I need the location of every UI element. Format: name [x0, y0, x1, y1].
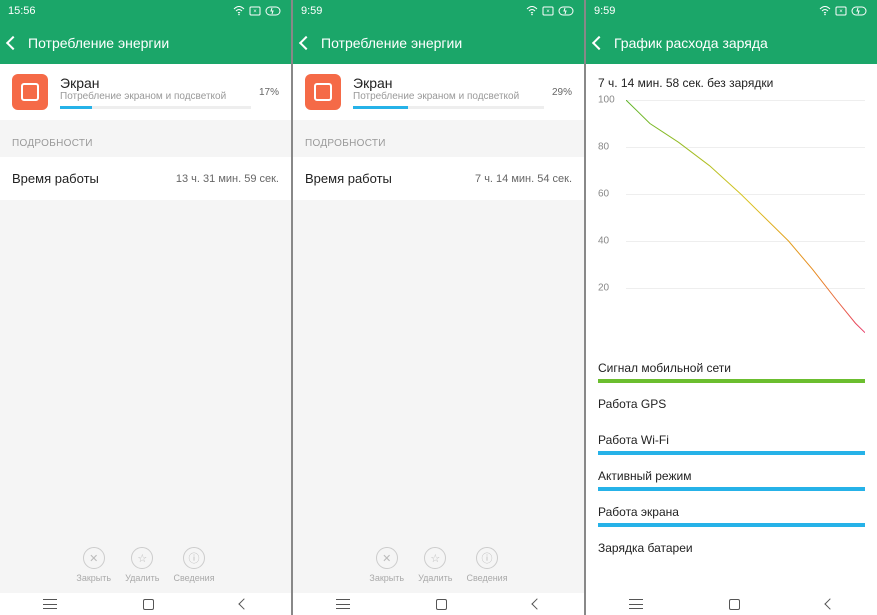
svg-text:×: ×	[546, 9, 550, 15]
status-icons: ×	[233, 6, 283, 16]
phone-screenshot-2: 9:59 × Потребление энергии Экран Потребл…	[293, 0, 584, 615]
header: График расхода заряда	[586, 22, 877, 64]
signal-label: Сигнал мобильной сети	[598, 361, 865, 375]
screen-icon	[305, 74, 341, 110]
row-label: Время работы	[12, 171, 99, 186]
bottom-actions: ✕Закрыть ☆Удалить ⓘСведения	[0, 537, 291, 593]
screen-card[interactable]: Экран Потребление экраном и подсветкой 2…	[293, 64, 584, 120]
ytick-label: 20	[598, 283, 609, 294]
ytick-label: 100	[598, 95, 615, 106]
nav-back-icon[interactable]	[238, 598, 249, 609]
ytick-label: 40	[598, 236, 609, 247]
detail-row[interactable]: Время работы 7 ч. 14 мин. 54 сек.	[293, 157, 584, 200]
card-title: Экран	[60, 75, 251, 91]
screen-card[interactable]: Экран Потребление экраном и подсветкой 1…	[0, 64, 291, 120]
signal-row: Работа GPS	[598, 397, 865, 419]
header: Потребление энергии	[0, 22, 291, 64]
delete-button[interactable]: ☆Удалить	[418, 547, 452, 583]
signal-row: Сигнал мобильной сети	[598, 361, 865, 383]
signal-bar	[598, 523, 865, 527]
nav-home-icon[interactable]	[143, 599, 154, 610]
star-icon: ☆	[131, 547, 153, 569]
chart-title: 7 ч. 14 мин. 58 сек. без зарядки	[598, 76, 865, 90]
battery-line	[626, 100, 865, 335]
nav-back-icon[interactable]	[531, 598, 542, 609]
section-label: ПОДРОБНОСТИ	[293, 120, 584, 157]
status-icons: ×	[526, 6, 576, 16]
back-icon[interactable]	[6, 36, 20, 50]
nav-bar	[586, 593, 877, 615]
detail-row[interactable]: Время работы 13 ч. 31 мин. 59 сек.	[0, 157, 291, 200]
info-icon: ⓘ	[476, 547, 498, 569]
signal-bar	[598, 379, 865, 383]
close-icon: ✕	[376, 547, 398, 569]
status-time: 9:59	[594, 5, 615, 17]
row-label: Время работы	[305, 171, 392, 186]
signal-bar	[598, 415, 865, 419]
close-button[interactable]: ✕Закрыть	[369, 547, 404, 583]
nav-home-icon[interactable]	[436, 599, 447, 610]
card-title: Экран	[353, 75, 544, 91]
info-button[interactable]: ⓘСведения	[173, 547, 214, 583]
nav-home-icon[interactable]	[729, 599, 740, 610]
header: Потребление энергии	[293, 22, 584, 64]
bottom-actions: ✕Закрыть ☆Удалить ⓘСведения	[293, 537, 584, 593]
progress-bar	[60, 106, 251, 109]
nav-back-icon[interactable]	[824, 598, 835, 609]
close-button[interactable]: ✕Закрыть	[76, 547, 111, 583]
info-icon: ⓘ	[183, 547, 205, 569]
header-title: Потребление энергии	[321, 35, 462, 51]
signals-list: Сигнал мобильной сети Работа GPS Работа Wi…	[586, 361, 877, 583]
card-percent: 29%	[552, 87, 572, 98]
back-icon[interactable]	[592, 36, 606, 50]
star-icon: ☆	[424, 547, 446, 569]
status-time: 9:59	[301, 5, 322, 17]
battery-chart: 7 ч. 14 мин. 58 сек. без зарядки 100 80 60…	[586, 64, 877, 347]
ytick-label: 60	[598, 189, 609, 200]
signal-row: Работа экрана	[598, 505, 865, 527]
card-percent: 17%	[259, 87, 279, 98]
screen-icon	[12, 74, 48, 110]
phone-screenshot-1: 15:56 × Потребление энергии Экран Потреб…	[0, 0, 291, 615]
status-bar: 9:59 ×	[586, 0, 877, 22]
signal-bar	[598, 487, 865, 491]
signal-label: Работа Wi-Fi	[598, 433, 865, 447]
signal-row: Активный режим	[598, 469, 865, 491]
svg-text:×: ×	[253, 9, 257, 15]
header-title: График расхода заряда	[614, 35, 768, 51]
svg-text:×: ×	[839, 9, 843, 15]
header-title: Потребление энергии	[28, 35, 169, 51]
signal-bar	[598, 559, 865, 563]
back-icon[interactable]	[299, 36, 313, 50]
signal-label: Зарядка батареи	[598, 541, 865, 555]
nav-bar	[0, 593, 291, 615]
status-icons: ×	[819, 6, 869, 16]
ytick-label: 80	[598, 142, 609, 153]
progress-bar	[353, 106, 544, 109]
status-bar: 9:59 ×	[293, 0, 584, 22]
nav-menu-icon[interactable]	[629, 599, 643, 609]
signal-row: Зарядка батареи	[598, 541, 865, 563]
status-time: 15:56	[8, 5, 36, 17]
signal-bar	[598, 451, 865, 455]
card-subtitle: Потребление экраном и подсветкой	[353, 91, 544, 102]
phone-screenshot-3: 9:59 × График расхода заряда 7 ч. 14 мин…	[586, 0, 877, 615]
row-value: 7 ч. 14 мин. 54 сек.	[475, 173, 572, 185]
signal-row: Работа Wi-Fi	[598, 433, 865, 455]
info-button[interactable]: ⓘСведения	[466, 547, 507, 583]
status-bar: 15:56 ×	[0, 0, 291, 22]
signal-label: Активный режим	[598, 469, 865, 483]
nav-menu-icon[interactable]	[43, 599, 57, 609]
section-label: ПОДРОБНОСТИ	[0, 120, 291, 157]
signal-label: Работа экрана	[598, 505, 865, 519]
row-value: 13 ч. 31 мин. 59 сек.	[176, 173, 279, 185]
nav-menu-icon[interactable]	[336, 599, 350, 609]
signal-label: Работа GPS	[598, 397, 865, 411]
nav-bar	[293, 593, 584, 615]
card-subtitle: Потребление экраном и подсветкой	[60, 91, 251, 102]
delete-button[interactable]: ☆Удалить	[125, 547, 159, 583]
close-icon: ✕	[83, 547, 105, 569]
